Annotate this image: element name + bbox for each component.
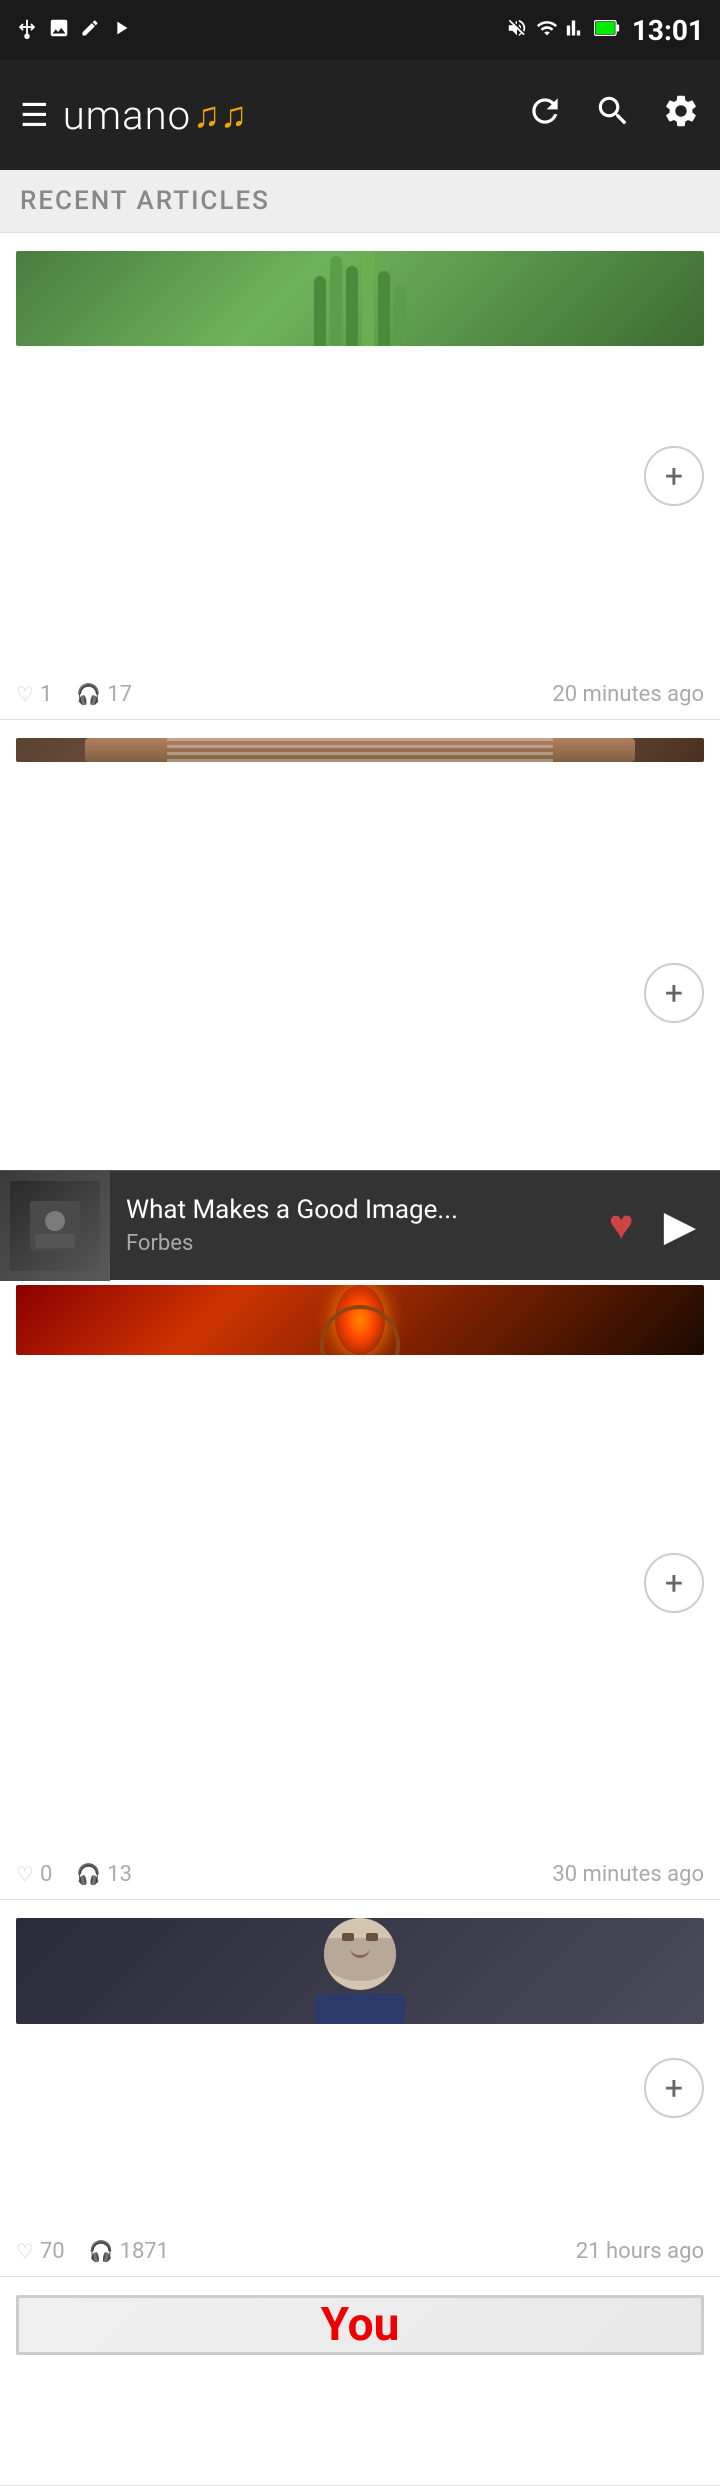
headphones-icon: 🎧	[89, 2239, 114, 2263]
article-thumbnail	[16, 738, 704, 762]
image-icon	[48, 17, 70, 44]
now-playing-bar: What Makes a Good Image... Forbes ♥ ▶	[0, 1170, 720, 1280]
add-to-playlist-button[interactable]: +	[644, 963, 704, 1023]
now-playing-source: Forbes	[126, 1231, 593, 1256]
article-main-row: You YouTube Throws a Curveball by	[16, 2295, 704, 2485]
article-thumbnail	[16, 251, 704, 346]
article-item[interactable]: Get Out Of The Way: A History Of How Amb…	[0, 1267, 720, 1899]
article-timestamp: 21 hours ago	[576, 2239, 704, 2264]
likes-count: 70	[40, 2239, 65, 2264]
status-bar: 13:01	[0, 0, 720, 60]
likes-count: 0	[40, 1862, 52, 1887]
logo-text: umano	[63, 92, 191, 139]
now-playing-title: What Makes a Good Image...	[126, 1195, 593, 1225]
listens-stat: 🎧 17	[76, 682, 132, 707]
articles-list: Asparagus Helps Lower Blood Pressure (At…	[0, 233, 720, 2486]
battery-icon	[594, 18, 620, 42]
heart-icon: ♡	[16, 682, 34, 706]
toolbar: ☰ umano ♫♫	[0, 60, 720, 170]
article-stats: ♡ 70 🎧 1871	[16, 2239, 169, 2264]
article-stats: ♡ 1 🎧 17	[16, 682, 132, 707]
add-to-playlist-button[interactable]: +	[644, 2058, 704, 2118]
logo-wave-icon: ♫♫	[193, 94, 247, 136]
article-thumbnail-youtube: You	[16, 2295, 704, 2355]
likes-stat: ♡ 1	[16, 682, 52, 707]
article-stats: ♡ 0 🎧 13	[16, 1862, 132, 1887]
article-thumbnail	[16, 1285, 704, 1355]
listens-stat: 🎧 1871	[89, 2239, 169, 2264]
likes-stat: ♡ 70	[16, 2239, 65, 2264]
section-header: RECENT ARTICLES	[0, 170, 720, 233]
now-playing-thumb-visual	[10, 1181, 100, 1271]
article-main-row: Asparagus Helps Lower Blood Pressure (At…	[16, 251, 704, 666]
article-thumbnail	[16, 1918, 704, 2024]
article-main-row: Use Eastern Medicine To Trick Your Body …	[16, 738, 704, 1214]
likes-count: 1	[40, 682, 52, 707]
likes-stat: ♡ 0	[16, 1862, 52, 1887]
headphones-icon: 🎧	[76, 1862, 101, 1886]
signal-icon	[566, 17, 586, 44]
play-button[interactable]: ▶	[664, 1201, 696, 1251]
logo: umano ♫♫	[63, 92, 247, 139]
search-button[interactable]	[594, 92, 632, 139]
article-item[interactable]: How Happiness Directly Impacts Your Succ…	[0, 1900, 720, 2277]
article-main-row: How Happiness Directly Impacts Your Succ…	[16, 1918, 704, 2223]
article-item-partial[interactable]: You YouTube Throws a Curveball by	[0, 2277, 720, 2486]
youtube-thumb-label: You	[321, 2298, 400, 2352]
eastern-visual	[85, 738, 635, 762]
status-time: 13:01	[632, 14, 704, 47]
article-timestamp: 20 minutes ago	[552, 682, 704, 707]
article-item[interactable]: Asparagus Helps Lower Blood Pressure (At…	[0, 233, 720, 720]
wifi-icon	[536, 17, 558, 44]
settings-button[interactable]	[662, 92, 700, 139]
article-footer: ♡ 0 🎧 13 30 minutes ago	[16, 1856, 704, 1887]
add-to-playlist-button[interactable]: +	[644, 446, 704, 506]
section-title: RECENT ARTICLES	[20, 186, 270, 216]
asparagus-visual	[85, 251, 635, 346]
refresh-button[interactable]	[526, 92, 564, 139]
article-footer: ♡ 1 🎧 17 20 minutes ago	[16, 676, 704, 707]
now-playing-info: What Makes a Good Image... Forbes	[110, 1195, 609, 1256]
ambulance-arch-visual	[320, 1305, 400, 1355]
status-bar-right-icons: 13:01	[506, 14, 704, 47]
menu-icon[interactable]: ☰	[20, 96, 49, 134]
article-footer: ♡ 70 🎧 1871 21 hours ago	[16, 2233, 704, 2264]
heart-icon: ♡	[16, 2239, 34, 2263]
usb-icon	[16, 17, 38, 44]
toolbar-right	[526, 92, 700, 139]
toolbar-left: ☰ umano ♫♫	[20, 92, 247, 139]
article-timestamp: 30 minutes ago	[552, 1862, 704, 1887]
add-to-playlist-button[interactable]: +	[644, 1553, 704, 1613]
listens-count: 1871	[120, 2239, 169, 2264]
listens-count: 17	[107, 682, 132, 707]
now-playing-thumbnail	[0, 1171, 110, 1281]
article-main-row: Get Out Of The Way: A History Of How Amb…	[16, 1285, 704, 1845]
heart-icon: ♡	[16, 1862, 34, 1886]
mute-icon	[506, 17, 528, 44]
play-status-icon	[110, 17, 132, 44]
listens-count: 13	[107, 1862, 132, 1887]
pencil-icon	[80, 18, 100, 43]
now-playing-controls: ♥ ▶	[609, 1201, 720, 1251]
status-bar-left-icons	[16, 17, 132, 44]
like-button[interactable]: ♥	[609, 1201, 634, 1250]
headphones-icon: 🎧	[76, 682, 101, 706]
listens-stat: 🎧 13	[76, 1862, 132, 1887]
